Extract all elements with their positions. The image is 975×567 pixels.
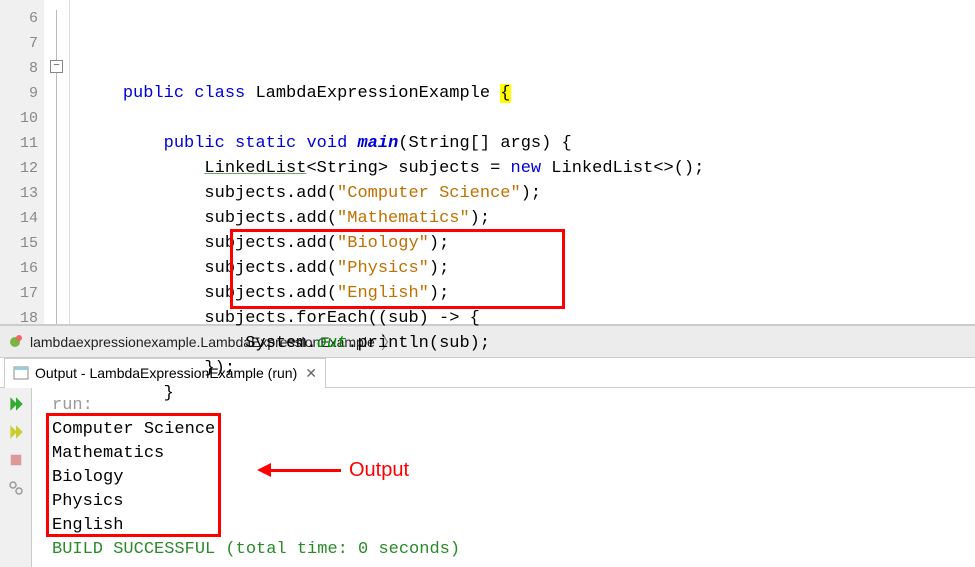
console-line: Mathematics (52, 442, 975, 466)
code-line[interactable]: public class LambdaExpressionExample { (82, 81, 975, 106)
line-number: 13 (0, 181, 38, 206)
fold-column: − (44, 0, 70, 324)
console-output[interactable]: Output run:Computer ScienceMathematicsBi… (32, 388, 975, 567)
output-toolbar (0, 388, 32, 567)
output-window-icon (13, 365, 29, 381)
code-line[interactable]: subjects.add("Biology"); (82, 231, 975, 256)
line-number: 18 (0, 306, 38, 331)
settings-icon[interactable] (6, 478, 26, 498)
console-build-success: BUILD SUCCESSFUL (total time: 0 seconds) (52, 538, 975, 562)
code-line[interactable]: LinkedList<String> subjects = new Linked… (82, 156, 975, 181)
code-line[interactable]: public static void main(String[] args) { (82, 131, 975, 156)
line-number: 14 (0, 206, 38, 231)
console-line: English (52, 514, 975, 538)
line-number: 7 (0, 31, 38, 56)
line-number: 12 (0, 156, 38, 181)
code-line[interactable]: subjects.add("English"); (82, 281, 975, 306)
console-line: Computer Science (52, 418, 975, 442)
console-run-label: run: (52, 394, 975, 418)
output-panel: Output run:Computer ScienceMathematicsBi… (0, 388, 975, 567)
line-number: 9 (0, 81, 38, 106)
line-number: 8 (0, 56, 38, 81)
code-line[interactable]: System.out.println(sub); (82, 331, 975, 356)
line-number: 11 (0, 131, 38, 156)
rerun-icon[interactable] (6, 394, 26, 414)
code-line[interactable]: subjects.forEach((sub) -> { (82, 306, 975, 331)
console-line: Physics (52, 490, 975, 514)
class-icon (6, 333, 24, 351)
code-line[interactable]: subjects.add("Physics"); (82, 256, 975, 281)
code-line[interactable] (82, 106, 975, 131)
console-line: Biology (52, 466, 975, 490)
code-line[interactable]: subjects.add("Mathematics"); (82, 206, 975, 231)
rerun-alt-icon[interactable] (6, 422, 26, 442)
line-number: 17 (0, 281, 38, 306)
fold-toggle[interactable]: − (50, 60, 63, 73)
code-editor[interactable]: 6789101112131415161718 − public class La… (0, 0, 975, 325)
code-line[interactable]: subjects.add("Computer Science"); (82, 181, 975, 206)
code-area[interactable]: public class LambdaExpressionExample { p… (70, 0, 975, 324)
stop-icon[interactable] (6, 450, 26, 470)
line-number: 15 (0, 231, 38, 256)
line-number: 10 (0, 106, 38, 131)
code-line[interactable]: }); (82, 356, 975, 381)
line-number: 6 (0, 6, 38, 31)
line-number: 16 (0, 256, 38, 281)
line-number-gutter: 6789101112131415161718 (0, 0, 44, 324)
